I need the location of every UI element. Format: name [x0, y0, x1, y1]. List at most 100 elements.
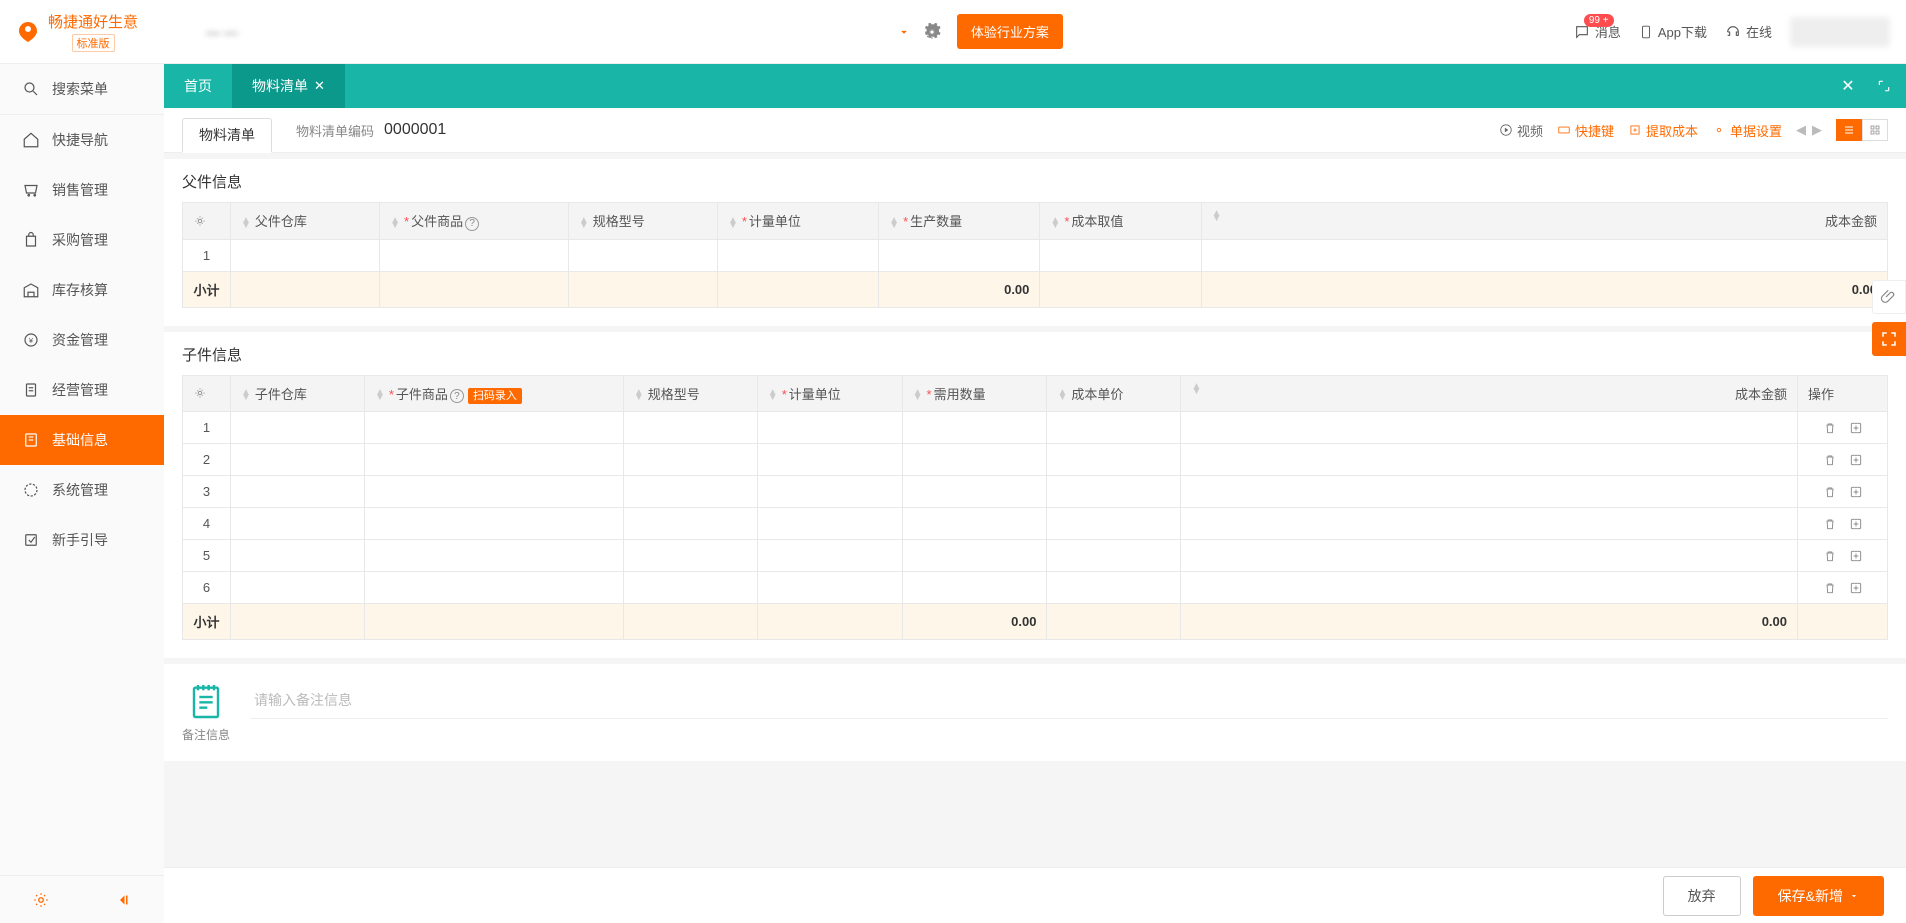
- cell[interactable]: [364, 476, 623, 508]
- child-col-cost-price[interactable]: ▲▼成本单价: [1047, 375, 1181, 412]
- cell[interactable]: [757, 540, 902, 572]
- expand-icon[interactable]: [1870, 72, 1898, 100]
- prev-icon[interactable]: ◀: [1796, 122, 1806, 138]
- delete-icon[interactable]: [1823, 517, 1837, 531]
- parent-col-unit[interactable]: ▲▼*计量单位: [717, 203, 878, 240]
- cell[interactable]: [364, 572, 623, 604]
- help-icon[interactable]: ?: [465, 217, 479, 231]
- cell[interactable]: [231, 476, 365, 508]
- cell[interactable]: [757, 572, 902, 604]
- discard-button[interactable]: 放弃: [1663, 876, 1741, 916]
- cell[interactable]: [623, 476, 757, 508]
- online-support-link[interactable]: 在线: [1725, 22, 1772, 41]
- parent-col-cost-method[interactable]: ▲▼*成本取值: [1040, 203, 1201, 240]
- parent-col-product[interactable]: ▲▼*父件商品?: [380, 203, 569, 240]
- collapse-sidebar-icon[interactable]: [114, 891, 132, 909]
- cell[interactable]: [623, 444, 757, 476]
- app-download-link[interactable]: App下载: [1639, 22, 1707, 41]
- delete-icon[interactable]: [1823, 549, 1837, 563]
- tab-home[interactable]: 首页: [164, 64, 232, 108]
- cell[interactable]: [364, 444, 623, 476]
- tool-video[interactable]: 视频: [1499, 121, 1543, 140]
- tool-doc-settings[interactable]: 单据设置: [1712, 121, 1782, 140]
- user-avatar[interactable]: [1790, 17, 1890, 47]
- remarks-input[interactable]: [250, 682, 1888, 719]
- view-list-icon[interactable]: [1836, 119, 1862, 141]
- cell[interactable]: [1181, 572, 1798, 604]
- sidebar-item-funds[interactable]: ¥ 资金管理: [0, 315, 164, 365]
- settings-gear-icon[interactable]: [32, 891, 50, 909]
- cell[interactable]: [757, 508, 902, 540]
- child-row[interactable]: 6: [183, 572, 1888, 604]
- cell[interactable]: [380, 239, 569, 271]
- child-row[interactable]: 3: [183, 476, 1888, 508]
- parent-col-warehouse[interactable]: ▲▼父件仓库: [231, 203, 380, 240]
- delete-icon[interactable]: [1823, 581, 1837, 595]
- cell[interactable]: [364, 508, 623, 540]
- cell[interactable]: [1181, 444, 1798, 476]
- sidebar-item-sales[interactable]: 销售管理: [0, 165, 164, 215]
- add-row-icon[interactable]: [1849, 517, 1863, 531]
- help-icon[interactable]: ?: [450, 389, 464, 403]
- view-grid-icon[interactable]: [1862, 119, 1888, 141]
- cell[interactable]: [902, 540, 1047, 572]
- tool-extract-cost[interactable]: 提取成本: [1628, 121, 1698, 140]
- sidebar-item-quicknav[interactable]: 快捷导航: [0, 115, 164, 165]
- sub-tab-bom[interactable]: 物料清单: [182, 118, 272, 153]
- child-row[interactable]: 5: [183, 540, 1888, 572]
- child-col-warehouse[interactable]: ▲▼子件仓库: [231, 375, 365, 412]
- account-selector[interactable]: — —: [206, 24, 386, 40]
- chevron-down-icon[interactable]: [897, 25, 911, 39]
- scan-tag[interactable]: 扫码录入: [468, 388, 522, 404]
- cell[interactable]: [231, 444, 365, 476]
- cell[interactable]: [1201, 239, 1887, 271]
- parent-col-spec[interactable]: ▲▼规格型号: [568, 203, 717, 240]
- cell[interactable]: [1047, 508, 1181, 540]
- add-row-icon[interactable]: [1849, 453, 1863, 467]
- cell[interactable]: [902, 444, 1047, 476]
- cell[interactable]: [623, 412, 757, 444]
- tab-bom[interactable]: 物料清单 ✕: [232, 64, 345, 108]
- cell[interactable]: [623, 572, 757, 604]
- cell[interactable]: [757, 412, 902, 444]
- delete-icon[interactable]: [1823, 453, 1837, 467]
- cell[interactable]: [1047, 412, 1181, 444]
- parent-row[interactable]: 1: [183, 239, 1888, 271]
- add-row-icon[interactable]: [1849, 421, 1863, 435]
- save-new-button[interactable]: 保存&新增: [1753, 876, 1884, 916]
- parent-col-gear[interactable]: [183, 203, 231, 240]
- add-row-icon[interactable]: [1849, 485, 1863, 499]
- cell[interactable]: [757, 444, 902, 476]
- sidebar-item-inventory[interactable]: 库存核算: [0, 265, 164, 315]
- sidebar-item-basic-info[interactable]: 基础信息: [0, 415, 164, 465]
- cell[interactable]: [1181, 540, 1798, 572]
- cell[interactable]: [623, 540, 757, 572]
- cell[interactable]: [1040, 239, 1201, 271]
- cell[interactable]: [902, 508, 1047, 540]
- gear-icon[interactable]: [923, 23, 941, 41]
- child-col-qty[interactable]: ▲▼*需用数量: [902, 375, 1047, 412]
- cell[interactable]: [902, 476, 1047, 508]
- cell[interactable]: [231, 572, 365, 604]
- cell[interactable]: [879, 239, 1040, 271]
- messages-link[interactable]: 99 + 消息: [1574, 22, 1621, 41]
- add-row-icon[interactable]: [1849, 549, 1863, 563]
- close-all-icon[interactable]: ✕: [1834, 72, 1862, 100]
- parent-col-cost-amount[interactable]: ▲▼成本金额: [1201, 203, 1887, 240]
- parent-col-qty[interactable]: ▲▼*生产数量: [879, 203, 1040, 240]
- sidebar-item-search[interactable]: 搜索菜单: [0, 64, 164, 115]
- cell[interactable]: [1047, 444, 1181, 476]
- cell[interactable]: [757, 476, 902, 508]
- sidebar-item-system[interactable]: 系统管理: [0, 465, 164, 515]
- cell[interactable]: [364, 540, 623, 572]
- child-col-product[interactable]: ▲▼*子件商品?扫码录入: [364, 375, 623, 412]
- cell[interactable]: [568, 239, 717, 271]
- cell[interactable]: [231, 540, 365, 572]
- cell[interactable]: [1047, 476, 1181, 508]
- cell[interactable]: [1047, 540, 1181, 572]
- experience-button[interactable]: 体验行业方案: [957, 14, 1063, 49]
- child-col-gear[interactable]: [183, 375, 231, 412]
- next-icon[interactable]: ▶: [1812, 122, 1822, 138]
- delete-icon[interactable]: [1823, 485, 1837, 499]
- sidebar-item-guide[interactable]: 新手引导: [0, 515, 164, 565]
